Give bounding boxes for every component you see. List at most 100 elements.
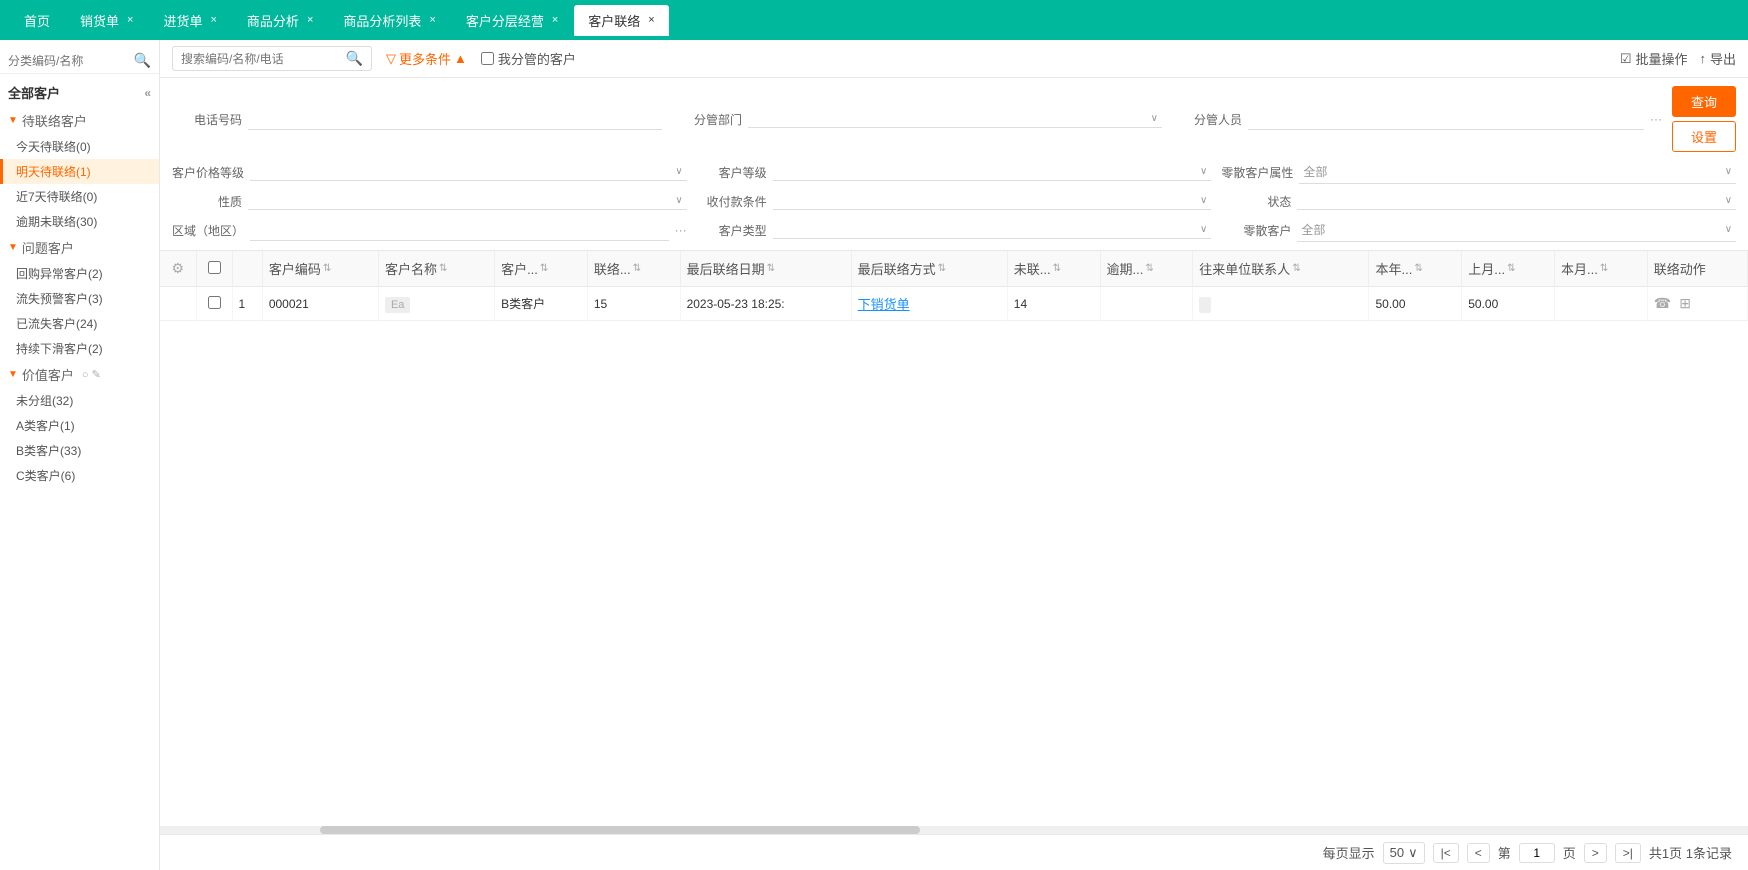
th-last-method: 最后联络方式⇅ <box>851 251 1007 287</box>
phone-input[interactable] <box>248 109 662 130</box>
filter-manager: 分管人员 ··· <box>1172 109 1662 130</box>
page-number-input[interactable] <box>1519 843 1555 863</box>
customer-type-select[interactable]: ∨ <box>773 221 1212 239</box>
nav-close-purchase[interactable]: × <box>210 14 216 26</box>
region-dots[interactable]: ··· <box>675 223 687 237</box>
th-type: 客户...⇅ <box>495 251 588 287</box>
sidebar-item-churned[interactable]: 已流失客户(24) <box>0 311 159 336</box>
sidebar-item-abnormal[interactable]: 回购异常客户(2) <box>0 261 159 286</box>
payment-arrow: ∨ <box>1200 195 1207 206</box>
my-customer-checkbox[interactable] <box>481 52 494 65</box>
per-page-label: 每页显示 <box>1323 843 1375 862</box>
collapse-icon: « <box>144 86 151 100</box>
nav-item-purchase[interactable]: 进货单 × <box>149 5 230 36</box>
right-actions: ☑ 批量操作 ↑ 导出 <box>1620 49 1736 68</box>
filter-status: 状态 ∨ <box>1221 192 1736 210</box>
filter-dept: 分管部门 ∨ <box>672 110 1162 128</box>
nav-item-product-analysis[interactable]: 商品分析 × <box>233 5 327 36</box>
horizontal-scrollbar[interactable] <box>160 826 1748 834</box>
th-this-year: 本年...⇅ <box>1369 251 1462 287</box>
row-no: 1 <box>232 287 262 321</box>
sidebar-item-class-a[interactable]: A类客户(1) <box>0 413 159 438</box>
nav-close-product-list[interactable]: × <box>429 14 435 26</box>
nav-close-product-analysis[interactable]: × <box>307 14 313 26</box>
nav-item-customer-layer[interactable]: 客户分层经营 × <box>452 5 572 36</box>
sidebar-item-today[interactable]: 今天待联络(0) <box>0 134 159 159</box>
next-page-btn[interactable]: > <box>1584 843 1607 863</box>
more-conditions-btn[interactable]: ▽ 更多条件 ▲ <box>380 46 473 71</box>
nav-item-sales[interactable]: 销货单 × <box>66 5 147 36</box>
last-page-btn[interactable]: >| <box>1615 843 1641 863</box>
customer-level-select[interactable]: ∨ <box>773 163 1212 181</box>
th-no-contact: 未联...⇅ <box>1007 251 1100 287</box>
last-method-link[interactable]: 下销货单 <box>858 297 910 312</box>
sidebar-item-tomorrow[interactable]: 明天待联络(1) <box>0 159 159 184</box>
th-name: 客户名称⇅ <box>378 251 494 287</box>
region-input[interactable] <box>250 220 669 241</box>
manager-input[interactable] <box>1248 109 1644 130</box>
sidebar-item-class-b[interactable]: B类客户(33) <box>0 438 159 463</box>
sidebar-item-ungrouped[interactable]: 未分组(32) <box>0 388 159 413</box>
sidebar-item-declining[interactable]: 持续下滑客户(2) <box>0 336 159 361</box>
price-level-select[interactable]: ∨ <box>250 163 687 181</box>
status-select[interactable]: ∨ <box>1297 192 1736 210</box>
gear-icon[interactable]: ⚙ <box>171 260 184 276</box>
nav-item-product-list[interactable]: 商品分析列表 × <box>329 5 449 36</box>
row-type: B类客户 <box>495 287 588 321</box>
sidebar-item-7days[interactable]: 近7天待联络(0) <box>0 184 159 209</box>
nav-close-customer-layer[interactable]: × <box>552 14 558 26</box>
nav-close-sales[interactable]: × <box>127 14 133 26</box>
triangle-icon-2: ▼ <box>8 242 18 253</box>
filter-price-level: 客户价格等级 ∨ <box>172 163 687 181</box>
main-search-input[interactable] <box>181 52 342 66</box>
th-unit-contact: 往来单位联系人⇅ <box>1193 251 1369 287</box>
payment-select[interactable]: ∨ <box>773 192 1212 210</box>
first-page-btn[interactable]: |< <box>1433 843 1459 863</box>
triangle-icon-3: ▼ <box>8 369 18 380</box>
top-nav: 首页 销货单 × 进货单 × 商品分析 × 商品分析列表 × 客户分层经营 × … <box>0 0 1748 40</box>
grid-action-icon[interactable]: ⊞ <box>1679 295 1691 312</box>
th-no <box>232 251 262 287</box>
sort-unitcontact-icon: ⇅ <box>1292 263 1300 274</box>
sidebar: 🔍 全部客户 « ▼ 待联络客户 今天待联络(0) 明天待联络(1) 近7天待联… <box>0 40 160 870</box>
th-overdue: 逾期...⇅ <box>1100 251 1193 287</box>
th-last-date: 最后联络日期⇅ <box>680 251 851 287</box>
per-page-select[interactable]: 50 ∨ <box>1383 842 1425 864</box>
content-area: 🔍 ▽ 更多条件 ▲ 我分管的客户 ☑ 批量操作 ↑ 导出 <box>160 40 1748 870</box>
query-button[interactable]: 查询 <box>1672 86 1736 117</box>
group-title-pending: ▼ 待联络客户 <box>0 107 159 134</box>
sidebar-item-overdue[interactable]: 逾期未联络(30) <box>0 209 159 234</box>
nav-home[interactable]: 首页 <box>10 5 64 36</box>
nature-select[interactable]: ∨ <box>248 192 687 210</box>
nav-item-customer-contact[interactable]: 客户联络 × <box>574 5 668 36</box>
retail-attr-select[interactable]: 全部 ∨ <box>1299 160 1736 184</box>
dept-arrow-icon: ∨ <box>1151 113 1158 124</box>
sidebar-item-class-c[interactable]: C类客户(6) <box>0 463 159 488</box>
sort-overdue-icon: ⇅ <box>1145 263 1153 274</box>
sidebar-item-churn-warning[interactable]: 流失预警客户(3) <box>0 286 159 311</box>
status-arrow: ∨ <box>1725 195 1732 206</box>
retail-customer-arrow: ∨ <box>1725 224 1732 235</box>
manager-dots[interactable]: ··· <box>1650 112 1662 126</box>
my-customer-checkbox-area[interactable]: 我分管的客户 <box>481 49 576 68</box>
nav-close-customer-contact[interactable]: × <box>648 14 654 26</box>
prev-page-btn[interactable]: < <box>1467 843 1490 863</box>
all-customers-header[interactable]: 全部客户 « <box>0 78 159 107</box>
row-checkbox[interactable] <box>208 296 221 309</box>
filter-phone: 电话号码 <box>172 109 662 130</box>
main-search-icon[interactable]: 🔍 <box>346 50 363 67</box>
retail-customer-select[interactable]: 全部 ∨ <box>1297 218 1736 242</box>
select-all-checkbox[interactable] <box>208 261 221 274</box>
set-button[interactable]: 设置 <box>1672 121 1736 152</box>
customer-level-arrow: ∨ <box>1200 166 1207 177</box>
batch-operation-btn[interactable]: ☑ 批量操作 <box>1620 49 1688 68</box>
phone-action-icon[interactable]: ☎ <box>1654 295 1671 312</box>
export-btn[interactable]: ↑ 导出 <box>1699 49 1736 68</box>
scrollbar-thumb[interactable] <box>320 826 920 834</box>
sidebar-search-input[interactable] <box>8 54 134 68</box>
search-box[interactable]: 🔍 <box>172 46 372 71</box>
row-code: 000021 <box>262 287 378 321</box>
price-level-arrow: ∨ <box>675 166 682 177</box>
sidebar-search-icon[interactable]: 🔍 <box>134 52 151 69</box>
dept-select[interactable]: ∨ <box>748 110 1162 128</box>
